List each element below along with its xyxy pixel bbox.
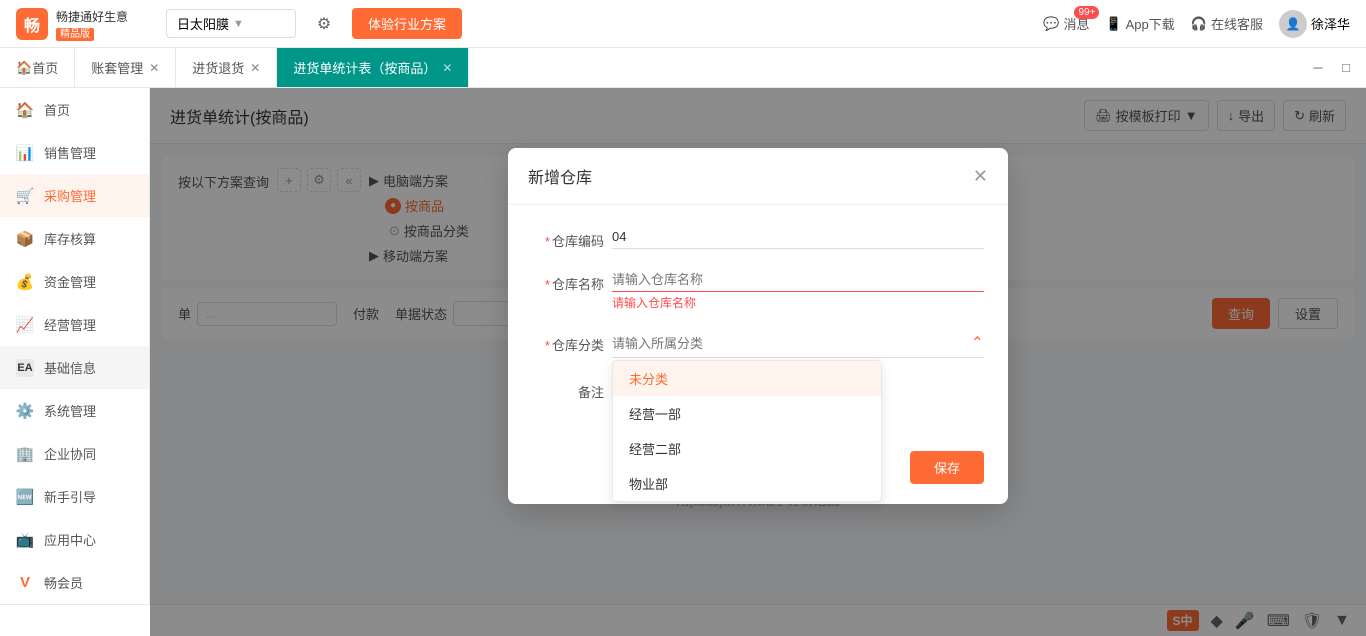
- chevron-down-icon: ▼: [233, 18, 285, 30]
- sidebar-item-guide[interactable]: 🆕 新手引导: [0, 475, 149, 518]
- trial-button[interactable]: 体验行业方案: [352, 8, 462, 39]
- code-input[interactable]: [612, 225, 984, 249]
- message-button[interactable]: 💬 消息 99+: [1043, 14, 1089, 33]
- app-icon: 📱: [1105, 16, 1121, 32]
- sidebar-item-sales[interactable]: 📊 销售管理: [0, 131, 149, 174]
- inventory-icon: 📦: [16, 230, 34, 248]
- category-text-input[interactable]: [612, 336, 971, 351]
- header-right: 💬 消息 99+ 📱 App下载 🎧 在线客服 👤 徐泽华: [1043, 10, 1350, 38]
- username: 徐泽华: [1311, 14, 1350, 33]
- operations-icon: 📈: [16, 316, 34, 334]
- user-area[interactable]: 👤 徐泽华: [1279, 10, 1350, 38]
- category-row: 仓库分类 ⌃ 未分类 经营一部 经营二部 物业部: [532, 329, 984, 358]
- code-label: 仓库编码: [532, 225, 612, 250]
- store-name: 日太阳膜: [177, 14, 229, 33]
- enterprise-icon: 🏢: [16, 445, 34, 463]
- sidebar-item-enterprise[interactable]: 🏢 企业协同: [0, 432, 149, 475]
- save-button[interactable]: 保存: [910, 451, 984, 484]
- sidebar-item-home[interactable]: 🏠 首页: [0, 88, 149, 131]
- logo-text: 畅捷通好生意 精品版: [56, 8, 128, 40]
- name-input-wrap: 请输入仓库名称: [612, 268, 984, 311]
- dropdown-item-ops2[interactable]: 经营二部: [613, 431, 881, 466]
- online-service-button[interactable]: 🎧 在线客服: [1191, 14, 1263, 33]
- add-warehouse-modal: 新增仓库 ✕ 仓库编码 仓库名称: [508, 148, 1008, 504]
- tab-close-icon[interactable]: ✕: [442, 61, 452, 75]
- name-error-text: 请输入仓库名称: [612, 294, 984, 311]
- code-input-wrap: [612, 225, 984, 249]
- modal-overlay[interactable]: 新增仓库 ✕ 仓库编码 仓库名称: [150, 88, 1366, 636]
- note-label: 备注: [532, 376, 612, 401]
- top-header: 畅 畅捷通好生意 精品版 日太阳膜 ▼ ⚙ 体验行业方案 💬 消息 99+ 📱 …: [0, 0, 1366, 48]
- sidebar: 🏠 首页 📊 销售管理 🛒 采购管理 📦 库存核算 💰 资金管理 📈 经营管理 …: [0, 88, 150, 636]
- message-icon: 💬: [1043, 16, 1059, 32]
- sidebar-item-vip[interactable]: V 畅会员: [0, 561, 149, 604]
- content-area: 进货单统计(按商品) 🖨 按模板打印 ▼ ↓ 导出 ↻ 刷新 按以下方案查询: [150, 88, 1366, 636]
- tab-close-icon[interactable]: ✕: [149, 61, 159, 75]
- tab-maximize-button[interactable]: □: [1334, 56, 1358, 80]
- sidebar-item-basic[interactable]: EA 基础信息: [0, 346, 149, 389]
- dropdown-item-property[interactable]: 物业部: [613, 466, 881, 501]
- sales-icon: 📊: [16, 144, 34, 162]
- headset-icon: 🎧: [1191, 16, 1207, 32]
- name-row: 仓库名称 请输入仓库名称: [532, 268, 984, 311]
- header-middle: 日太阳膜 ▼ ⚙ 体验行业方案: [166, 8, 1043, 40]
- avatar: 👤: [1279, 10, 1307, 38]
- tab-accounts[interactable]: 账套管理 ✕: [75, 48, 176, 87]
- tab-purchase-return[interactable]: 进货退货 ✕: [176, 48, 277, 87]
- home-icon: 🏠: [16, 60, 32, 76]
- sidebar-item-apps[interactable]: 📺 应用中心: [0, 518, 149, 561]
- code-row: 仓库编码: [532, 225, 984, 250]
- tab-home[interactable]: 🏠 首页: [0, 48, 75, 87]
- apps-icon: 📺: [16, 531, 34, 549]
- main-layout: 🏠 首页 📊 销售管理 🛒 采购管理 📦 库存核算 💰 资金管理 📈 经营管理 …: [0, 88, 1366, 636]
- logo-icon: 畅: [16, 8, 48, 40]
- tab-close-icon[interactable]: ✕: [250, 61, 260, 75]
- guide-icon: 🆕: [16, 488, 34, 506]
- chevron-up-icon: ⌃: [971, 333, 984, 353]
- tab-purchase-stats[interactable]: 进货单统计表（按商品） ✕: [277, 48, 469, 87]
- sidebar-item-finance[interactable]: 💰 资金管理: [0, 260, 149, 303]
- tab-bar: 🏠 首页 账套管理 ✕ 进货退货 ✕ 进货单统计表（按商品） ✕ ─ □: [0, 48, 1366, 88]
- sidebar-item-purchase[interactable]: 🛒 采购管理: [0, 174, 149, 217]
- modal-body: 仓库编码 仓库名称 请输入仓库名称: [508, 205, 1008, 439]
- sidebar-item-operations[interactable]: 📈 经营管理: [0, 303, 149, 346]
- basic-icon: EA: [16, 359, 34, 377]
- store-selector[interactable]: 日太阳膜 ▼: [166, 9, 296, 38]
- category-input-wrap: ⌃ 未分类 经营一部 经营二部 物业部: [612, 329, 984, 358]
- dropdown-item-uncategorized[interactable]: 未分类: [613, 361, 881, 396]
- name-input[interactable]: [612, 268, 984, 292]
- dropdown-item-ops1[interactable]: 经营一部: [613, 396, 881, 431]
- message-badge: 99+: [1074, 6, 1099, 19]
- vip-icon: V: [16, 574, 34, 592]
- modal-header: 新增仓库 ✕: [508, 148, 1008, 205]
- purchase-icon: 🛒: [16, 187, 34, 205]
- tab-actions: ─ □: [1298, 48, 1366, 87]
- modal-title: 新增仓库: [528, 164, 592, 188]
- home-icon: 🏠: [16, 101, 34, 119]
- name-label: 仓库名称: [532, 268, 612, 293]
- system-icon: ⚙️: [16, 402, 34, 420]
- sidebar-item-inventory[interactable]: 📦 库存核算: [0, 217, 149, 260]
- category-label: 仓库分类: [532, 329, 612, 354]
- modal-close-button[interactable]: ✕: [973, 166, 988, 187]
- tab-minimize-button[interactable]: ─: [1306, 56, 1330, 80]
- category-select[interactable]: ⌃: [612, 329, 984, 358]
- sidebar-item-system[interactable]: ⚙️ 系统管理: [0, 389, 149, 432]
- finance-icon: 💰: [16, 273, 34, 291]
- gear-button[interactable]: ⚙: [308, 8, 340, 40]
- app-download-button[interactable]: 📱 App下载: [1105, 14, 1174, 33]
- logo-area: 畅 畅捷通好生意 精品版: [16, 8, 166, 40]
- category-dropdown: 未分类 经营一部 经营二部 物业部: [612, 360, 882, 502]
